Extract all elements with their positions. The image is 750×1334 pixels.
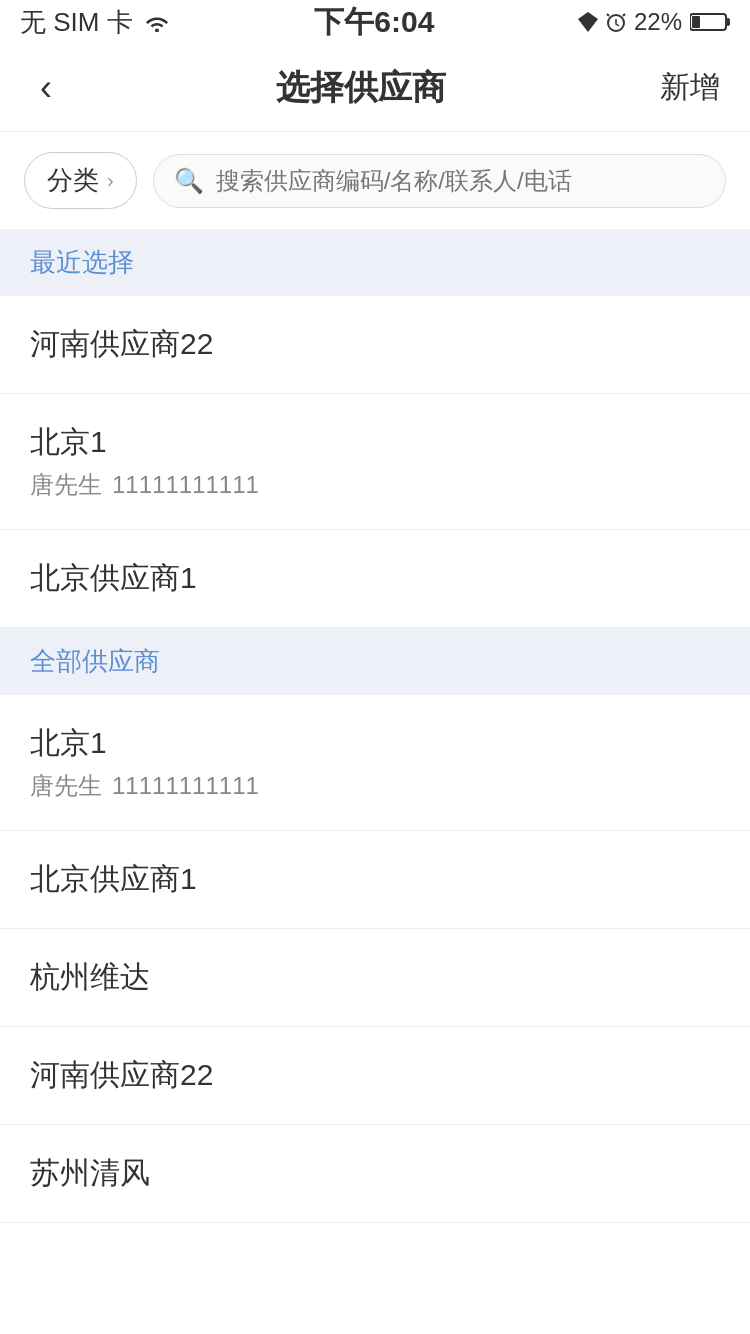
recent-section-label: 最近选择 <box>30 247 134 277</box>
item-name: 河南供应商22 <box>30 324 720 365</box>
recent-items-list: 河南供应商22 北京1 唐先生 11111111111 北京供应商1 <box>0 296 750 628</box>
battery-percent: 22% <box>634 8 682 36</box>
category-label: 分类 <box>47 163 99 198</box>
wifi-icon <box>143 12 171 32</box>
status-left: 无 SIM 卡 <box>20 5 171 40</box>
all-section-label: 全部供应商 <box>30 646 160 676</box>
item-contact: 唐先生 <box>30 772 102 799</box>
list-item[interactable]: 杭州维达 <box>0 929 750 1027</box>
item-sub: 唐先生 11111111111 <box>30 770 720 802</box>
back-button[interactable]: ‹ <box>30 57 62 119</box>
item-name: 北京1 <box>30 723 720 764</box>
chevron-right-icon: › <box>107 169 114 192</box>
svg-rect-3 <box>692 16 700 28</box>
item-contact: 唐先生 <box>30 471 102 498</box>
recent-section-header: 最近选择 <box>0 229 750 296</box>
svg-rect-2 <box>726 18 730 26</box>
item-name: 河南供应商22 <box>30 1055 720 1096</box>
search-input[interactable] <box>216 167 705 195</box>
item-phone: 11111111111 <box>112 471 259 498</box>
no-sim-label: 无 SIM 卡 <box>20 5 133 40</box>
search-icon: 🔍 <box>174 167 204 195</box>
item-name: 苏州清风 <box>30 1153 720 1194</box>
all-section-header: 全部供应商 <box>0 628 750 695</box>
category-button[interactable]: 分类 › <box>24 152 137 209</box>
item-name: 北京供应商1 <box>30 859 720 900</box>
list-item[interactable]: 河南供应商22 <box>0 296 750 394</box>
list-item[interactable]: 河南供应商22 <box>0 1027 750 1125</box>
status-right: 22% <box>578 8 730 36</box>
status-bar: 无 SIM 卡 下午6:04 22% <box>0 0 750 44</box>
add-button[interactable]: 新增 <box>660 67 720 108</box>
list-item[interactable]: 北京供应商1 <box>0 831 750 929</box>
item-name: 北京供应商1 <box>30 558 720 599</box>
alarm-icon <box>606 12 626 32</box>
item-phone: 11111111111 <box>112 772 259 799</box>
page-title: 选择供应商 <box>276 65 446 111</box>
all-items-list: 北京1 唐先生 11111111111 北京供应商1 杭州维达河南供应商22 苏州清风 <box>0 695 750 1223</box>
list-item[interactable]: 北京1 唐先生 11111111111 <box>0 394 750 530</box>
list-item[interactable]: 北京供应商1 <box>0 530 750 628</box>
status-time: 下午6:04 <box>314 2 434 43</box>
item-name: 杭州维达 <box>30 957 720 998</box>
filter-bar: 分类 › 🔍 <box>0 132 750 229</box>
item-sub: 唐先生 11111111111 <box>30 469 720 501</box>
nav-bar: ‹ 选择供应商 新增 <box>0 44 750 132</box>
list-item[interactable]: 苏州清风 <box>0 1125 750 1223</box>
location-icon <box>578 12 598 32</box>
list-item[interactable]: 北京1 唐先生 11111111111 <box>0 695 750 831</box>
battery-icon <box>690 12 730 32</box>
search-box: 🔍 <box>153 154 726 208</box>
item-name: 北京1 <box>30 422 720 463</box>
